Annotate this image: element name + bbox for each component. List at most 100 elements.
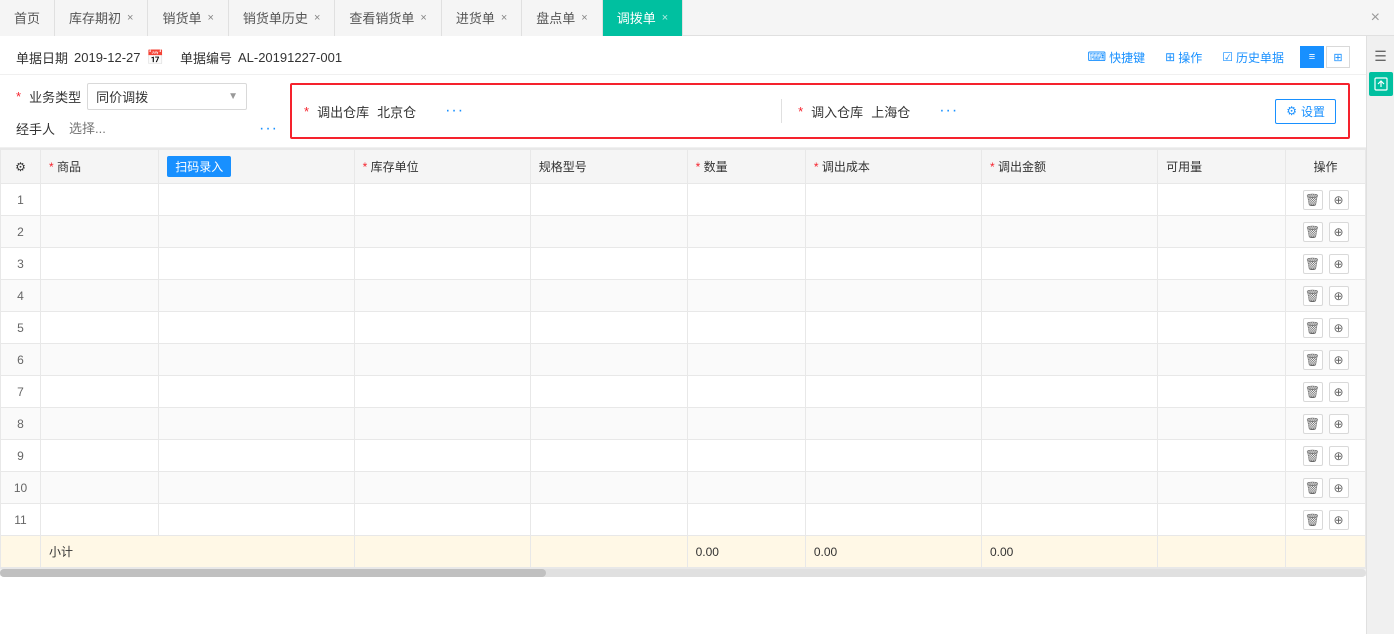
th-available: 可用量	[1158, 150, 1286, 184]
delete-icon-3[interactable]: 🗑	[1303, 254, 1323, 274]
manager-input[interactable]	[61, 118, 253, 139]
delete-icon-9[interactable]: 🗑	[1303, 446, 1323, 466]
tab-sales-history[interactable]: 销货单历史 ×	[229, 0, 335, 36]
row-1-amount[interactable]	[981, 184, 1157, 216]
subtotal-row: 小计 0.00 0.00 0.00	[1, 536, 1366, 568]
row-1-product[interactable]	[41, 184, 159, 216]
delete-icon-8[interactable]: 🗑	[1303, 414, 1323, 434]
tab-inventory-check[interactable]: 盘点单 ×	[522, 0, 602, 36]
th-settings[interactable]: ⚙	[1, 150, 41, 184]
business-type-value: 同价调拨	[96, 87, 148, 106]
tab-close-sales-history[interactable]: ×	[314, 12, 320, 24]
copy-icon-9[interactable]: ⊕	[1329, 446, 1349, 466]
settings-col-icon: ⚙	[15, 160, 26, 174]
row-1-cost[interactable]	[805, 184, 981, 216]
dropdown-icon: ▼	[228, 91, 238, 102]
th-spec: 规格型号	[530, 150, 687, 184]
copy-icon-5[interactable]: ⊕	[1329, 318, 1349, 338]
business-type-select[interactable]: 同价调拨 ▼	[87, 83, 247, 110]
copy-icon-7[interactable]: ⊕	[1329, 382, 1349, 402]
th-amount: * 调出金额	[981, 150, 1157, 184]
tab-sales-order[interactable]: 销货单 ×	[148, 0, 228, 36]
copy-icon-3[interactable]: ⊕	[1329, 254, 1349, 274]
calendar-icon[interactable]: 📅	[147, 49, 164, 66]
table-row: 2 🗑 ⊕	[1, 216, 1366, 248]
to-warehouse-more-button[interactable]: ···	[939, 102, 958, 120]
manager-more-button[interactable]: ···	[259, 120, 278, 138]
tab-inventory-init[interactable]: 库存期初 ×	[55, 0, 148, 36]
tab-home[interactable]: 首页	[0, 0, 55, 36]
from-warehouse-value[interactable]: 北京仓	[377, 102, 437, 121]
items-table: ⚙ * 商品 扫码录入 * 库存单位 规格型号 *	[0, 149, 1366, 568]
tab-close-sales-order[interactable]: ×	[207, 12, 213, 24]
row-2-product[interactable]	[41, 216, 159, 248]
view-list-button[interactable]: ≡	[1300, 46, 1324, 68]
warehouse-section: * 调出仓库 北京仓 ··· * 调入仓库 上海仓 ··· ⚙ 设置	[290, 83, 1350, 139]
delete-icon-2[interactable]: 🗑	[1303, 222, 1323, 242]
copy-icon-2[interactable]: ⊕	[1329, 222, 1349, 242]
left-fields: * 业务类型 同价调拨 ▼ 经手人 ···	[16, 83, 278, 139]
table-row: 5 🗑⊕	[1, 312, 1366, 344]
table-row: 9 🗑⊕	[1, 440, 1366, 472]
sidebar-export-icon[interactable]	[1369, 72, 1393, 96]
tab-purchase-order[interactable]: 进货单 ×	[442, 0, 522, 36]
view-grid-button[interactable]: ⊞	[1326, 46, 1350, 68]
tab-bar: 首页 库存期初 × 销货单 × 销货单历史 × 查看销货单 × 进货单 × 盘点…	[0, 0, 1394, 36]
to-warehouse-value[interactable]: 上海仓	[871, 102, 931, 121]
th-cost: * 调出成本	[805, 150, 981, 184]
row-1-scan	[159, 184, 354, 216]
horizontal-scrollbar[interactable]	[0, 568, 1366, 576]
table-row: 7 🗑⊕	[1, 376, 1366, 408]
tab-bar-close-button[interactable]: ×	[1357, 0, 1394, 36]
tab-transfer-order[interactable]: 调拨单 ×	[603, 0, 683, 36]
table-header-row: ⚙ * 商品 扫码录入 * 库存单位 规格型号 *	[1, 150, 1366, 184]
operation-button[interactable]: ⊞ 操作	[1161, 47, 1206, 68]
from-warehouse-required-star: *	[304, 104, 309, 119]
table-row: 1 🗑 ⊕	[1, 184, 1366, 216]
tab-view-sales[interactable]: 查看销货单 ×	[335, 0, 441, 36]
sidebar-list-icon[interactable]: ☰	[1369, 44, 1393, 68]
table-row: 8 🗑⊕	[1, 408, 1366, 440]
row-1-unit[interactable]	[354, 184, 530, 216]
number-field: 单据编号 AL-20191227-001	[180, 48, 342, 67]
copy-icon-11[interactable]: ⊕	[1329, 510, 1349, 530]
copy-icon-8[interactable]: ⊕	[1329, 414, 1349, 434]
form-header: 单据日期 2019-12-27 📅 单据编号 AL-20191227-001 ⌨…	[0, 36, 1366, 75]
content-row: * 业务类型 同价调拨 ▼ 经手人 ··· * 调出仓库 北京仓 ···	[0, 75, 1366, 148]
subtotal-cost: 0.00	[805, 536, 981, 568]
delete-icon-4[interactable]: 🗑	[1303, 286, 1323, 306]
row-1-spec[interactable]	[530, 184, 687, 216]
copy-icon-1[interactable]: ⊕	[1329, 190, 1349, 210]
row-2-unit[interactable]	[354, 216, 530, 248]
to-warehouse-field: * 调入仓库 上海仓 ···	[798, 102, 1259, 121]
delete-icon-6[interactable]: 🗑	[1303, 350, 1323, 370]
table-row: 3 🗑⊕	[1, 248, 1366, 280]
history-order-button[interactable]: ☑ 历史单据	[1218, 47, 1288, 68]
copy-icon-6[interactable]: ⊕	[1329, 350, 1349, 370]
table-container: ⚙ * 商品 扫码录入 * 库存单位 规格型号 *	[0, 148, 1366, 634]
delete-icon-1[interactable]: 🗑	[1303, 190, 1323, 210]
copy-icon-10[interactable]: ⊕	[1329, 478, 1349, 498]
tab-close-inventory-init[interactable]: ×	[127, 12, 133, 24]
row-num-1: 1	[1, 184, 41, 216]
table-row: 11 🗑⊕	[1, 504, 1366, 536]
main-content: 单据日期 2019-12-27 📅 单据编号 AL-20191227-001 ⌨…	[0, 36, 1366, 634]
settings-button[interactable]: ⚙ 设置	[1275, 99, 1336, 124]
tab-close-view-sales[interactable]: ×	[420, 12, 426, 24]
manager-row: 经手人 ···	[16, 118, 278, 139]
tab-close-transfer-order[interactable]: ×	[662, 12, 668, 24]
delete-icon-5[interactable]: 🗑	[1303, 318, 1323, 338]
row-1-quantity[interactable]	[687, 184, 805, 216]
from-warehouse-more-button[interactable]: ···	[445, 102, 464, 120]
subtotal-quantity: 0.00	[687, 536, 805, 568]
warehouse-divider	[781, 99, 782, 123]
shortcut-keys-button[interactable]: ⌨ 快捷键	[1083, 47, 1149, 68]
copy-icon-4[interactable]: ⊕	[1329, 286, 1349, 306]
delete-icon-7[interactable]: 🗑	[1303, 382, 1323, 402]
delete-icon-11[interactable]: 🗑	[1303, 510, 1323, 530]
tab-close-inventory-check[interactable]: ×	[581, 12, 587, 24]
tab-close-purchase-order[interactable]: ×	[501, 12, 507, 24]
from-warehouse-field: * 调出仓库 北京仓 ···	[304, 102, 765, 121]
delete-icon-10[interactable]: 🗑	[1303, 478, 1323, 498]
scan-button[interactable]: 扫码录入	[167, 156, 231, 177]
